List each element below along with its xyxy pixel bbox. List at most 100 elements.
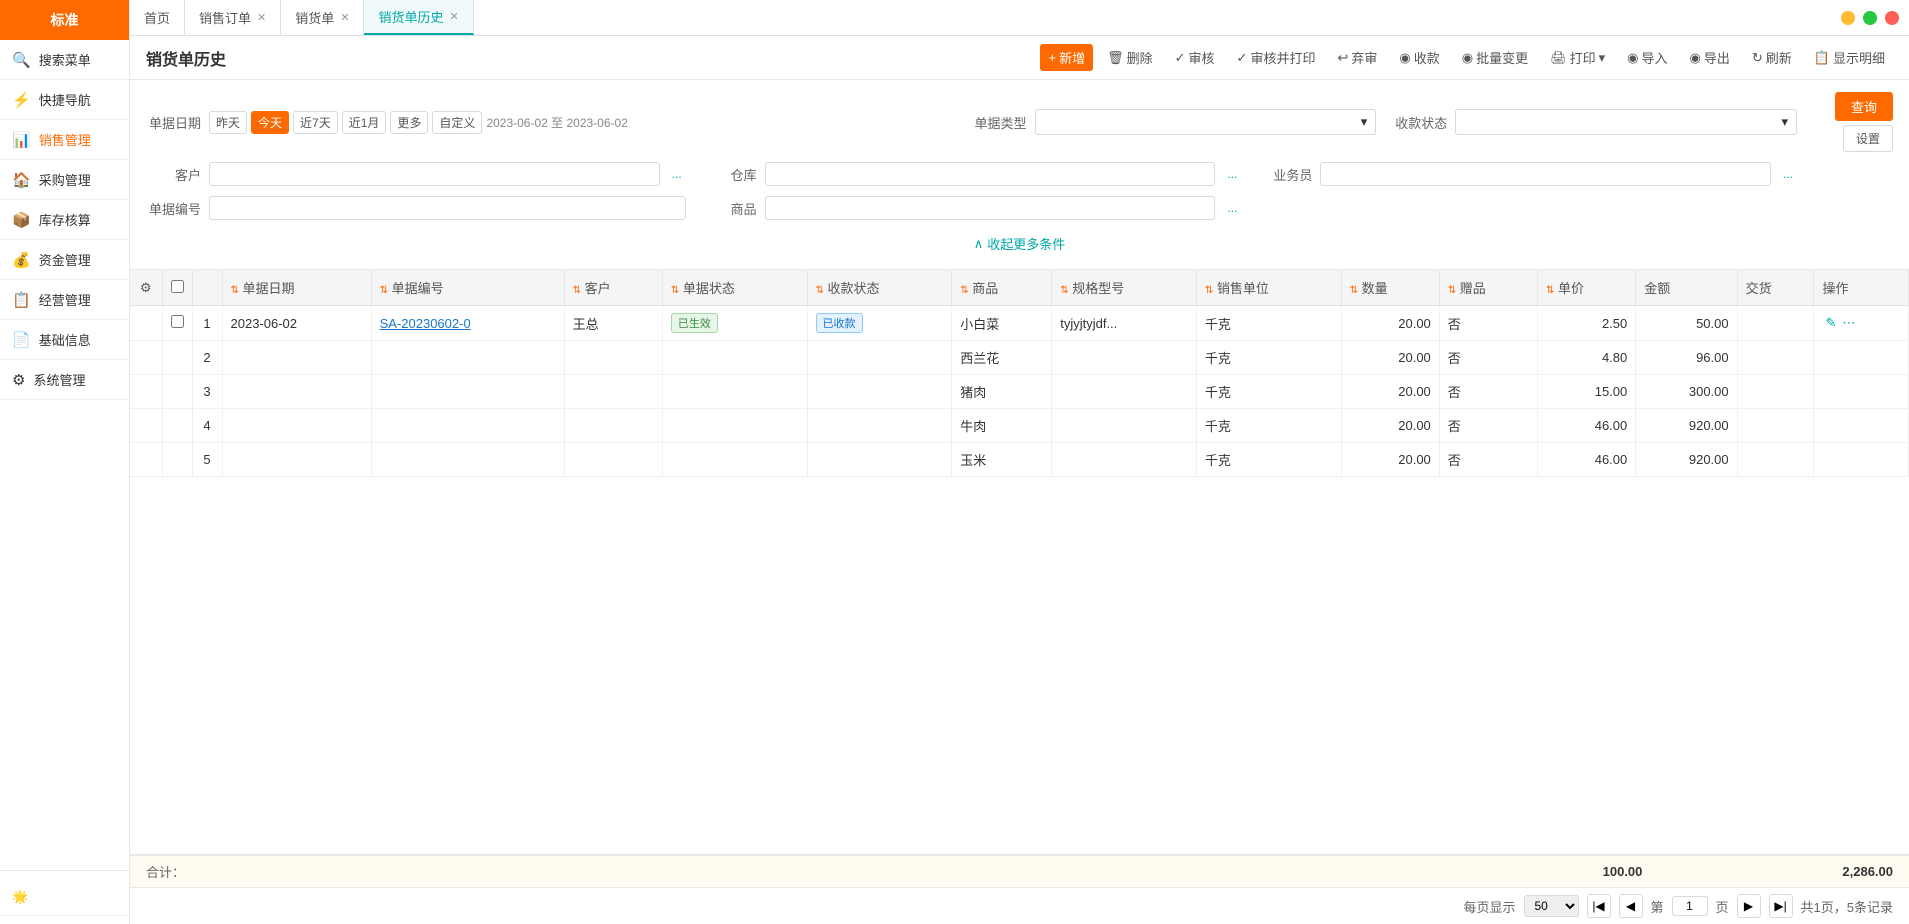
sidebar-item-operations[interactable]: 📋 经营管理 xyxy=(0,280,129,320)
export-button[interactable]: ◉ 导出 xyxy=(1682,44,1738,71)
td-customer xyxy=(564,443,662,477)
date-today-btn[interactable]: 今天 xyxy=(251,111,289,134)
date-yesterday-btn[interactable]: 昨天 xyxy=(209,111,247,134)
payment-status-select[interactable]: ▾ xyxy=(1455,109,1797,135)
data-table-container[interactable]: ⚙ ⇅ 单据日期 ⇅ 单据编号 xyxy=(130,270,1909,854)
goods-dots-button[interactable]: ... xyxy=(1223,201,1241,215)
date-1month-btn[interactable]: 近1月 xyxy=(342,111,387,134)
batch-change-button[interactable]: ◉ 批量变更 xyxy=(1454,44,1536,71)
collect-button[interactable]: ◉ 收款 xyxy=(1391,44,1447,71)
edit-action-button[interactable]: ✎ xyxy=(1825,315,1836,330)
tab-home[interactable]: 首页 xyxy=(130,0,185,35)
sidebar-bottom-item1[interactable]: 🌟 xyxy=(0,879,129,916)
delete-button[interactable]: 🗑 删除 xyxy=(1099,44,1161,71)
sort-icon: ⇅ xyxy=(231,285,239,296)
new-button[interactable]: + 新增 xyxy=(1040,44,1093,71)
tab-sales-order-close[interactable]: ✕ xyxy=(257,11,266,24)
row-checkbox[interactable] xyxy=(171,315,184,328)
table-footer: 合计： 100.00 2,286.00 xyxy=(130,854,1909,887)
audit-button[interactable]: ✓ 审核 xyxy=(1167,44,1223,71)
td-checkbox[interactable] xyxy=(162,409,192,443)
filter-settings-button[interactable]: 设置 xyxy=(1843,125,1893,152)
sidebar-item-sales[interactable]: 📊 销售管理 xyxy=(0,120,129,160)
date-custom-btn[interactable]: 自定义 xyxy=(432,111,482,134)
th-quantity[interactable]: ⇅ 数量 xyxy=(1341,270,1439,306)
th-settings[interactable]: ⚙ xyxy=(130,270,162,306)
per-page-select[interactable]: 50 100 200 xyxy=(1524,895,1579,917)
home-icon: 🏠 xyxy=(12,171,31,189)
collapse-button[interactable]: ∧ 收起更多条件 xyxy=(146,230,1893,257)
customer-filter-input[interactable] xyxy=(209,162,660,186)
th-spec[interactable]: ⇅ 规格型号 xyxy=(1052,270,1197,306)
page-number-input[interactable] xyxy=(1672,896,1708,916)
next-page-button[interactable]: ▶ xyxy=(1737,894,1761,918)
th-checkbox[interactable] xyxy=(162,270,192,306)
audit-print-button[interactable]: ✓ 审核并打印 xyxy=(1229,44,1324,71)
th-customer[interactable]: ⇅ 客户 xyxy=(564,270,662,306)
sidebar-item-base-info[interactable]: 📄 基础信息 xyxy=(0,320,129,360)
goods-filter-input[interactable] xyxy=(765,196,1216,220)
sidebar-item-purchase[interactable]: 🏠 采购管理 xyxy=(0,160,129,200)
td-checkbox[interactable] xyxy=(162,306,192,341)
clipboard-icon: 📋 xyxy=(12,291,31,309)
date-7days-btn[interactable]: 近7天 xyxy=(293,111,338,134)
tab-sales-history[interactable]: 销货单历史 ✕ xyxy=(364,0,473,35)
window-close-button[interactable] xyxy=(1885,11,1899,25)
sidebar-item-quick-nav[interactable]: ⚡ 快捷导航 xyxy=(0,80,129,120)
td-checkbox[interactable] xyxy=(162,443,192,477)
sidebar-item-label: 搜索菜单 xyxy=(39,50,91,69)
sidebar-item-search-menu[interactable]: 🔍 搜索菜单 xyxy=(0,40,129,80)
show-detail-button[interactable]: 📋 显示明细 xyxy=(1806,44,1893,71)
abandon-button[interactable]: ↩ 弃审 xyxy=(1329,44,1385,71)
date-range-display: 2023-06-02 至 2023-06-02 xyxy=(486,114,627,131)
td-quantity: 20.00 xyxy=(1341,375,1439,409)
th-goods[interactable]: ⇅ 商品 xyxy=(952,270,1052,306)
td-goods: 牛肉 xyxy=(952,409,1052,443)
th-doc-status[interactable]: ⇅ 单据状态 xyxy=(662,270,807,306)
prev-page-button[interactable]: ◀ xyxy=(1619,894,1643,918)
salesperson-dots-button[interactable]: ... xyxy=(1779,167,1797,181)
tab-sales-delivery[interactable]: 销货单 ✕ xyxy=(281,0,364,35)
th-number[interactable]: ⇅ 单据编号 xyxy=(371,270,564,306)
tab-sales-delivery-close[interactable]: ✕ xyxy=(340,11,349,24)
doc-number-link[interactable]: SA-20230602-0 xyxy=(380,316,471,331)
refresh-button[interactable]: ↻ 刷新 xyxy=(1744,44,1800,71)
last-page-button[interactable]: ▶| xyxy=(1769,894,1793,918)
select-all-checkbox[interactable] xyxy=(171,280,184,293)
td-goods: 猪肉 xyxy=(952,375,1052,409)
sidebar-item-finance[interactable]: 💰 资金管理 xyxy=(0,240,129,280)
print-button[interactable]: 🖨 打印 ▾ xyxy=(1542,44,1613,71)
gear-icon: ⚙ xyxy=(12,371,25,389)
td-checkbox[interactable] xyxy=(162,375,192,409)
tab-sales-history-close[interactable]: ✕ xyxy=(450,10,459,23)
window-maximize-button[interactable] xyxy=(1863,11,1877,25)
td-unit: 千克 xyxy=(1196,443,1341,477)
th-payment-status[interactable]: ⇅ 收款状态 xyxy=(807,270,952,306)
warehouse-dots-button[interactable]: ... xyxy=(1223,167,1241,181)
import-button[interactable]: ◉ 导入 xyxy=(1619,44,1675,71)
tab-sales-order[interactable]: 销售订单 ✕ xyxy=(185,0,281,35)
sidebar-item-system[interactable]: ⚙ 系统管理 xyxy=(0,360,129,400)
query-button[interactable]: 查询 xyxy=(1835,92,1893,121)
table-settings-icon[interactable]: ⚙ xyxy=(140,280,152,295)
td-delivery xyxy=(1737,409,1814,443)
more-action-button[interactable]: ⋯ xyxy=(1842,315,1855,330)
customer-dots-button[interactable]: ... xyxy=(668,167,686,181)
th-date[interactable]: ⇅ 单据日期 xyxy=(222,270,371,306)
date-more-btn[interactable]: 更多 xyxy=(390,111,428,134)
chart-icon: 📊 xyxy=(12,131,31,149)
sidebar-item-inventory[interactable]: 📦 库存核算 xyxy=(0,200,129,240)
th-unit[interactable]: ⇅ 销售单位 xyxy=(1196,270,1341,306)
window-minimize-button[interactable] xyxy=(1841,11,1855,25)
warehouse-filter-input[interactable] xyxy=(765,162,1216,186)
download-icon: ◉ xyxy=(1690,50,1701,66)
th-gift[interactable]: ⇅ 赠品 xyxy=(1439,270,1537,306)
first-page-button[interactable]: |◀ xyxy=(1587,894,1611,918)
doc-number-filter-input[interactable] xyxy=(209,196,686,220)
td-checkbox[interactable] xyxy=(162,341,192,375)
th-price[interactable]: ⇅ 单价 xyxy=(1538,270,1636,306)
salesperson-filter-input[interactable] xyxy=(1320,162,1771,186)
td-action xyxy=(1814,443,1909,477)
lightning-icon: ⚡ xyxy=(12,91,31,109)
doc-type-select[interactable]: ▾ xyxy=(1035,109,1377,135)
